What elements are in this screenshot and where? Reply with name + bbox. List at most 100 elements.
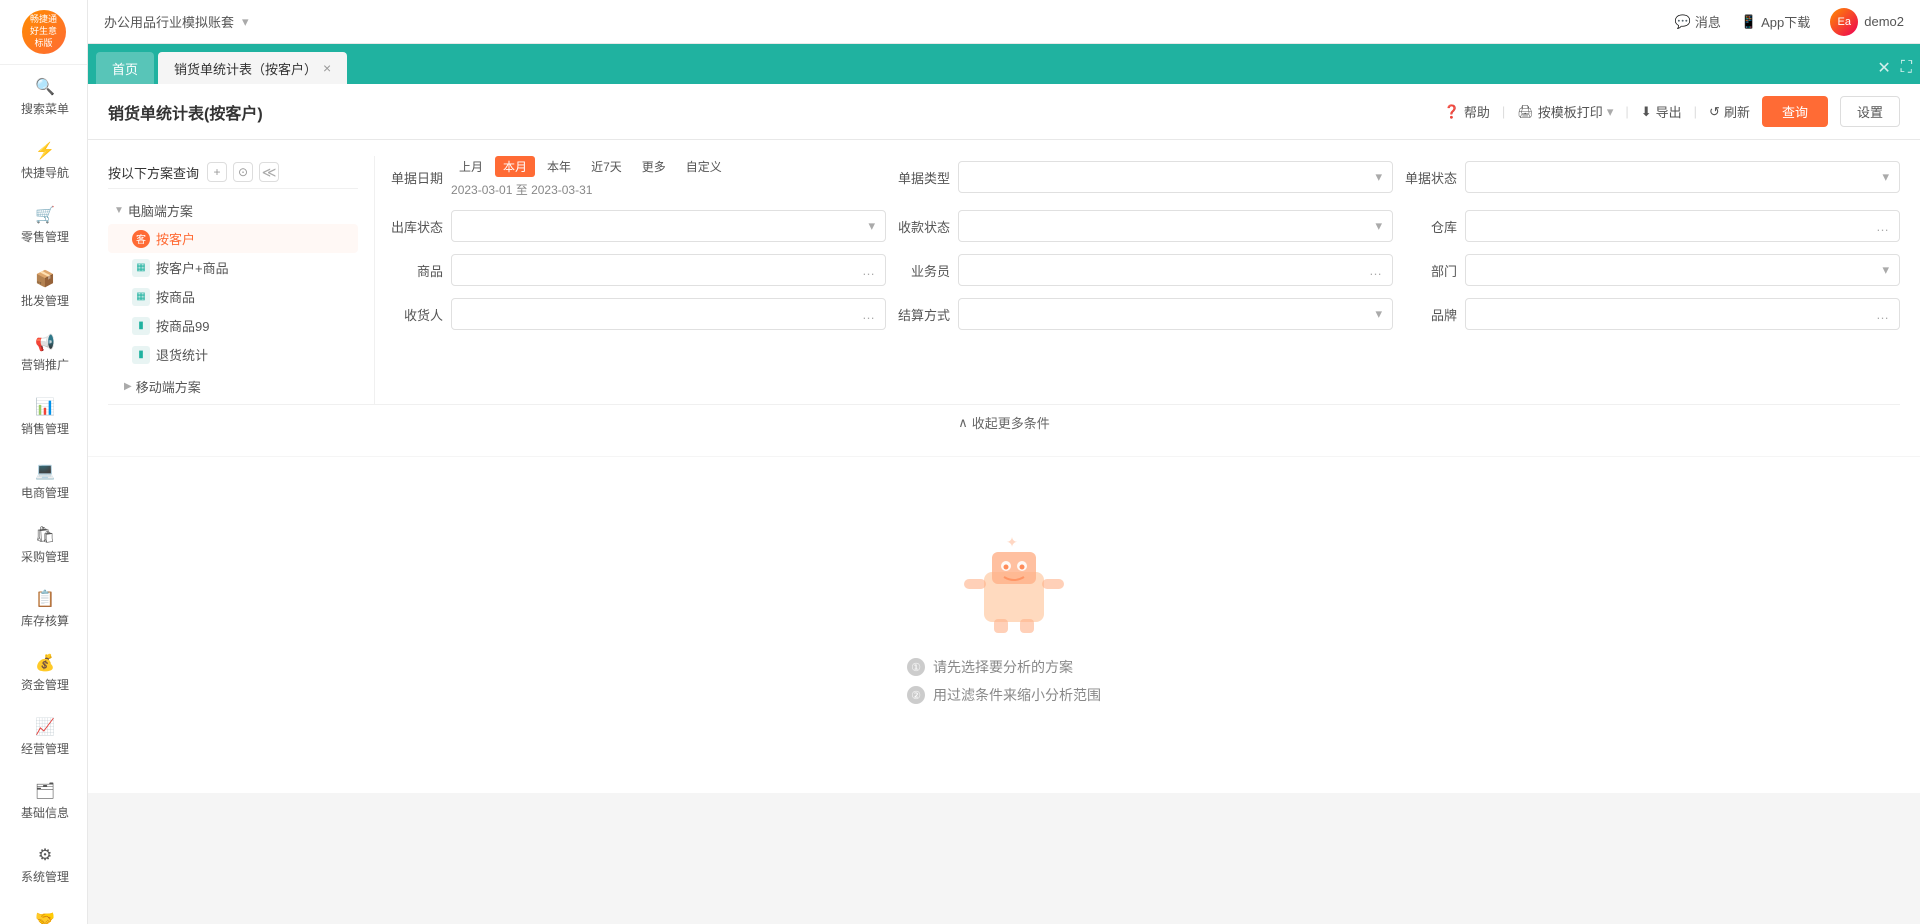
sidebar-item-purchase[interactable]: 🛍 采购管理 [0,513,87,577]
collapse-up-icon: ∧ [958,415,968,431]
page-title: 销货单统计表(按客户) [108,100,263,124]
tab-sales-stat[interactable]: 销货单统计表（按客户） × [158,52,347,84]
app-download-btn[interactable]: 📱 App下载 [1741,12,1810,31]
out-status-select[interactable]: ▾ [451,210,886,242]
filter-item-date: 单据日期 上月 本月 本年 近7天 更多 自定义 20 [391,156,886,198]
tree-group-desktop-header[interactable]: ▼ 电脑端方案 [108,197,358,224]
dropdown-icon[interactable]: ▾ [242,14,249,30]
maximize-icon[interactable]: ⛶ [1901,59,1912,77]
avatar: Ea [1830,8,1858,36]
settlement-arrow: ▾ [1375,306,1382,322]
operation-icon: 📈 [35,717,55,737]
purchase-icon: 🛍 [35,525,55,545]
doc-status-arrow: ▾ [1882,169,1889,185]
scheme-add-btn[interactable]: + [207,162,227,182]
sidebar-item-finance[interactable]: 💰 资金管理 [0,641,87,705]
empty-illustration: ✦ [954,537,1054,637]
tree-item-by-goods-99[interactable]: ▮ 按商品99 [108,311,358,340]
payment-status-select[interactable]: ▾ [958,210,1393,242]
print-icon: 🖨 [1517,104,1534,120]
tab-home[interactable]: 首页 [96,52,154,84]
receiver-dots[interactable]: … [862,307,875,322]
tree-group-mobile-header[interactable]: ▶ 移动端方案 [108,373,358,400]
filter-main: 按以下方案查询 + ⊙ ≪ [108,156,1900,404]
setting-button[interactable]: 设置 [1840,96,1900,127]
receiver-label: 收货人 [391,305,443,324]
goods-label: 商品 [391,261,443,280]
doc-status-label: 单据状态 [1405,168,1457,187]
sidebar-item-wholesale[interactable]: 📦 批发管理 [0,257,87,321]
filter-item-salesperson: 业务员 … [898,254,1393,286]
inventory-icon: 📋 [35,589,55,609]
sidebar-item-ecommerce[interactable]: 💻 电商管理 [0,449,87,513]
export-btn[interactable]: ⬇ 导出 [1641,102,1682,121]
scheme-tree: ▼ 电脑端方案 客 按客户 ▦ 按客户+商品 [108,197,358,400]
filter-item-settlement: 结算方式 ▾ [898,298,1393,330]
wholesale-icon: 📦 [35,269,55,289]
sidebar: 畅捷通好生意标版 🔍 搜索菜单 ⚡ 快捷导航 🛒 零售管理 📦 批发管理 📢 营… [0,0,88,924]
sidebar-item-search-menu[interactable]: 🔍 搜索菜单 [0,65,87,129]
salesperson-dots[interactable]: … [1369,263,1382,278]
divider-3: | [1694,104,1697,119]
date-tab-custom[interactable]: 自定义 [678,156,730,177]
scheme-edit-btn[interactable]: ⊙ [233,162,253,182]
out-status-label: 出库状态 [391,217,443,236]
goods-input[interactable]: … [451,254,886,286]
tree-item-by-customer[interactable]: 客 按客户 [108,224,358,253]
page-actions: ❓ 帮助 | 🖨 按模板打印 ▾ | ⬇ 导出 | ↺ 刷新 [1444,96,1900,127]
date-tab-this-year[interactable]: 本年 [539,156,579,177]
filter-row-3: 商品 … 业务员 … [391,254,1900,286]
sidebar-item-retail[interactable]: 🛒 零售管理 [0,193,87,257]
scheme-collapse-btn[interactable]: ≪ [259,162,279,182]
department-arrow: ▾ [1882,262,1889,278]
date-tab-this-month[interactable]: 本月 [495,156,535,177]
date-tab-last-month[interactable]: 上月 [451,156,491,177]
close-window-icon[interactable]: ✕ [1877,58,1890,78]
sidebar-item-inventory[interactable]: 📋 库存核算 [0,577,87,641]
refresh-btn[interactable]: ↺ 刷新 [1709,102,1750,121]
tab-close-icon[interactable]: × [323,60,331,76]
brand-input[interactable]: … [1465,298,1900,330]
empty-svg: ✦ [954,537,1074,637]
tree-mobile-expand-icon: ▶ [124,381,132,392]
query-button[interactable]: 查询 [1762,96,1828,127]
divider-1: | [1502,104,1505,119]
date-tab-more[interactable]: 更多 [634,156,674,177]
warehouse-input[interactable]: … [1465,210,1900,242]
tree-item-return-stat[interactable]: ▮ 退货统计 [108,340,358,369]
company-title: 办公用品行业模拟账套 [104,12,234,31]
goods-dots[interactable]: … [862,263,875,278]
settlement-select[interactable]: ▾ [958,298,1393,330]
department-select[interactable]: ▾ [1465,254,1900,286]
sidebar-item-enterprise[interactable]: 🤝 企业协同 [0,897,87,924]
salesperson-input[interactable]: … [958,254,1393,286]
date-tab-7days[interactable]: 近7天 [583,156,630,177]
sidebar-item-sales[interactable]: 📊 销售管理 [0,385,87,449]
salesperson-label: 业务员 [898,261,950,280]
date-label: 单据日期 [391,168,443,187]
collapse-conditions-btn[interactable]: ∧ 收起更多条件 [108,404,1900,440]
sidebar-item-quick-nav[interactable]: ⚡ 快捷导航 [0,129,87,193]
tree-item-by-customer-goods[interactable]: ▦ 按客户+商品 [108,253,358,282]
receiver-input[interactable]: … [451,298,886,330]
doc-type-select[interactable]: ▾ [958,161,1393,193]
sidebar-item-operation[interactable]: 📈 经营管理 [0,705,87,769]
sidebar-item-basic-info[interactable]: 🗂 基础信息 [0,769,87,833]
filter-item-out-status: 出库状态 ▾ [391,210,886,242]
warehouse-dots[interactable]: … [1876,219,1889,234]
sidebar-item-sys[interactable]: ⚙ 系统管理 [0,833,87,897]
print-btn[interactable]: 🖨 按模板打印 ▾ [1517,102,1613,121]
brand-dots[interactable]: … [1876,307,1889,322]
tree-item-by-goods[interactable]: ▦ 按商品 [108,282,358,311]
filter-item-goods: 商品 … [391,254,886,286]
user-area[interactable]: Ea demo2 [1830,8,1904,36]
topbar: 办公用品行业模拟账套 ▾ 💬 消息 📱 App下载 Ea demo2 [88,0,1920,44]
page-content: 销货单统计表(按客户) ❓ 帮助 | 🖨 按模板打印 ▾ | ⬇ 导出 | [88,84,1920,924]
sidebar-item-marketing[interactable]: 📢 营销推广 [0,321,87,385]
filter-row-4: 收货人 … 结算方式 ▾ [391,298,1900,330]
basic-info-icon: 🗂 [35,781,55,801]
topbar-right: 💬 消息 📱 App下载 Ea demo2 [1675,8,1904,36]
message-btn[interactable]: 💬 消息 [1675,12,1721,31]
help-btn[interactable]: ❓ 帮助 [1444,102,1490,121]
doc-status-select[interactable]: ▾ [1465,161,1900,193]
